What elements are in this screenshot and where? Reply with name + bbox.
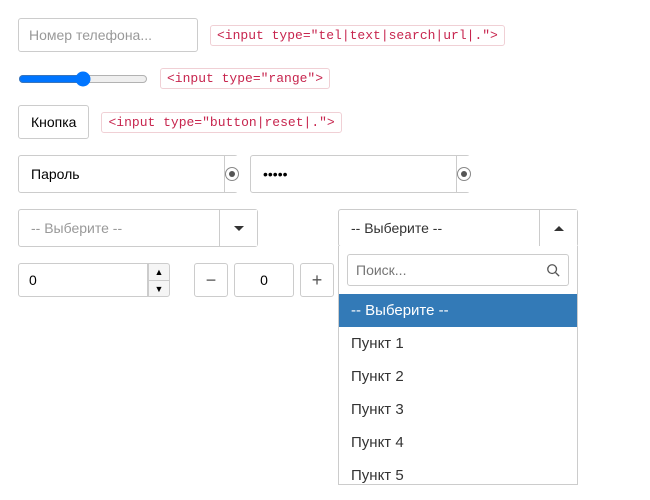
password-label-1[interactable] [19,156,224,192]
select-option[interactable]: -- Выберите -- [339,294,577,327]
row-tel: <input type="tel|text|search|url|."> [18,18,632,52]
password-field-2[interactable] [251,156,456,192]
eye-icon [225,167,239,181]
chevron-up-icon [554,226,564,231]
row-selects: -- Выберите -- -- Выберите -- -- Выберит… [18,209,632,247]
password-toggle-1[interactable] [224,156,239,192]
select-closed[interactable]: -- Выберите -- [18,209,258,247]
spinner-down-button[interactable]: ▼ [148,280,170,297]
spinner-inline-input[interactable] [234,263,294,297]
button-input[interactable]: Кнопка [18,105,89,139]
password-toggle-2[interactable] [456,156,471,192]
spinner-minus-button[interactable]: − [194,263,228,297]
range-hint: <input type="range"> [160,68,330,89]
search-icon [546,263,560,277]
select-option[interactable]: Пункт 4 [339,426,577,459]
row-range: <input type="range"> [18,68,632,89]
select-closed-toggle[interactable] [219,210,257,246]
tel-input[interactable] [18,18,198,52]
select-options-list[interactable]: -- Выберите -- Пункт 1 Пункт 2 Пункт 3 П… [339,294,577,484]
spinner-plus-button[interactable]: + [300,263,334,297]
select-open-label: -- Выберите -- [339,220,539,236]
eye-icon [457,167,471,181]
password-wrap-1 [18,155,238,193]
select-closed-label: -- Выберите -- [19,220,219,236]
password-wrap-2 [250,155,470,193]
select-option[interactable]: Пункт 1 [339,327,577,360]
chevron-down-icon [234,226,244,231]
spinner-stacked-input[interactable] [18,263,148,297]
spinner-stacked: ▲ ▼ [18,263,170,297]
button-hint: <input type="button|reset|."> [101,112,341,133]
row-password [18,155,632,193]
spinner-inline: − + [194,263,334,297]
spinner-up-button[interactable]: ▲ [148,263,170,280]
row-button: Кнопка <input type="button|reset|."> [18,105,632,139]
tel-hint: <input type="tel|text|search|url|."> [210,25,505,46]
plus-icon: + [312,270,323,291]
range-input[interactable] [18,71,148,87]
minus-icon: − [206,270,217,291]
select-open-toggle[interactable] [539,210,577,246]
select-open[interactable]: -- Выберите -- [338,209,578,247]
select-search-input[interactable] [356,262,546,278]
chevron-up-icon: ▲ [155,267,164,277]
select-option[interactable]: Пункт 3 [339,393,577,426]
select-search-wrap [347,254,569,286]
select-option[interactable]: Пункт 2 [339,360,577,393]
chevron-down-icon: ▼ [155,284,164,294]
select-option[interactable]: Пункт 5 [339,459,577,484]
select-dropdown: -- Выберите -- Пункт 1 Пункт 2 Пункт 3 П… [338,246,578,485]
